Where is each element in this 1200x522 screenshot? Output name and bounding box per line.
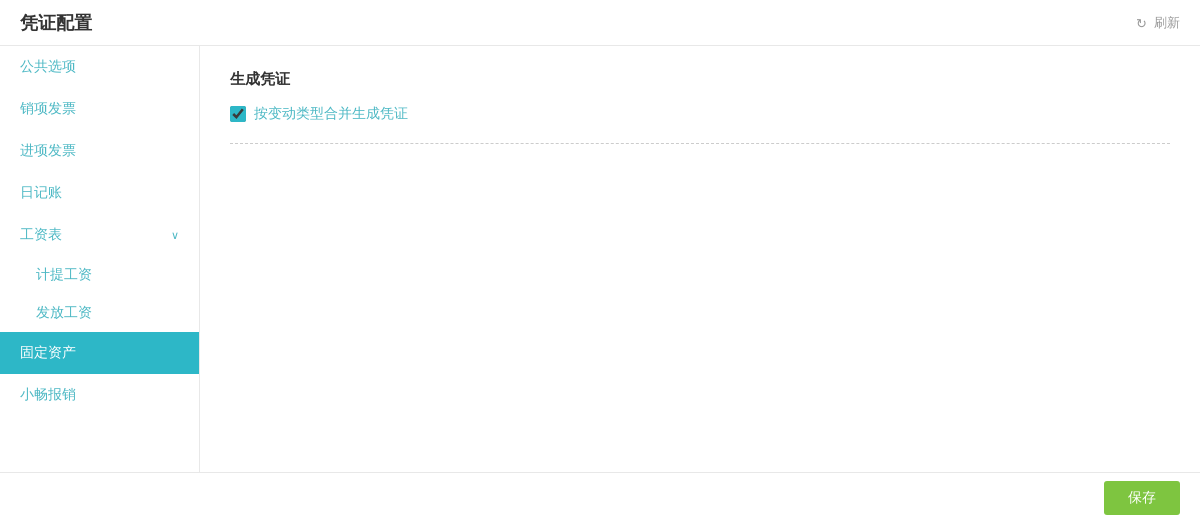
page-wrapper: 凭证配置 ↻ 刷新 公共选项 销项发票 进项发票 日记账 工资表 ∨: [0, 0, 1200, 522]
sidebar-item-fixed-assets[interactable]: 固定资产: [0, 332, 199, 374]
section-divider: [230, 143, 1170, 144]
sidebar-item-calc-salary[interactable]: 计提工资: [0, 256, 199, 294]
sidebar-item-public-options[interactable]: 公共选项: [0, 46, 199, 88]
sidebar-item-journal[interactable]: 日记账: [0, 172, 199, 214]
chevron-down-icon: ∨: [171, 229, 179, 242]
sidebar-item-label: 公共选项: [20, 58, 76, 76]
sidebar-item-expense-report[interactable]: 小畅报销: [0, 374, 199, 416]
sidebar-item-label: 工资表: [20, 226, 62, 244]
sidebar-item-label: 小畅报销: [20, 386, 76, 404]
sidebar-item-label: 销项发票: [20, 100, 76, 118]
sidebar-item-payroll[interactable]: 工资表 ∨: [0, 214, 199, 256]
main-content: 生成凭证 按变动类型合并生成凭证: [200, 46, 1200, 472]
body-layout: 公共选项 销项发票 进项发票 日记账 工资表 ∨ 计提工资 发放工资 固定资: [0, 46, 1200, 472]
section-title: 生成凭证: [230, 70, 1170, 89]
sidebar-item-label: 日记账: [20, 184, 62, 202]
save-button[interactable]: 保存: [1104, 481, 1180, 515]
header: 凭证配置 ↻ 刷新: [0, 0, 1200, 46]
refresh-label: 刷新: [1154, 14, 1180, 32]
sidebar-item-label: 发放工资: [36, 304, 92, 320]
sidebar-item-purchase-invoice[interactable]: 进项发票: [0, 130, 199, 172]
sidebar: 公共选项 销项发票 进项发票 日记账 工资表 ∨ 计提工资 发放工资 固定资: [0, 46, 200, 472]
checkbox-row: 按变动类型合并生成凭证: [230, 105, 1170, 123]
sidebar-item-label: 进项发票: [20, 142, 76, 160]
sidebar-item-issue-salary[interactable]: 发放工资: [0, 294, 199, 332]
merge-voucher-checkbox[interactable]: [230, 106, 246, 122]
sidebar-item-label: 计提工资: [36, 266, 92, 282]
refresh-icon: ↻: [1136, 16, 1150, 30]
checkbox-label: 按变动类型合并生成凭证: [254, 105, 408, 123]
refresh-button[interactable]: ↻ 刷新: [1136, 14, 1180, 32]
sidebar-item-label: 固定资产: [20, 344, 76, 362]
sidebar-item-sales-invoice[interactable]: 销项发票: [0, 88, 199, 130]
page-title: 凭证配置: [20, 11, 92, 35]
footer: 保存: [0, 472, 1200, 522]
